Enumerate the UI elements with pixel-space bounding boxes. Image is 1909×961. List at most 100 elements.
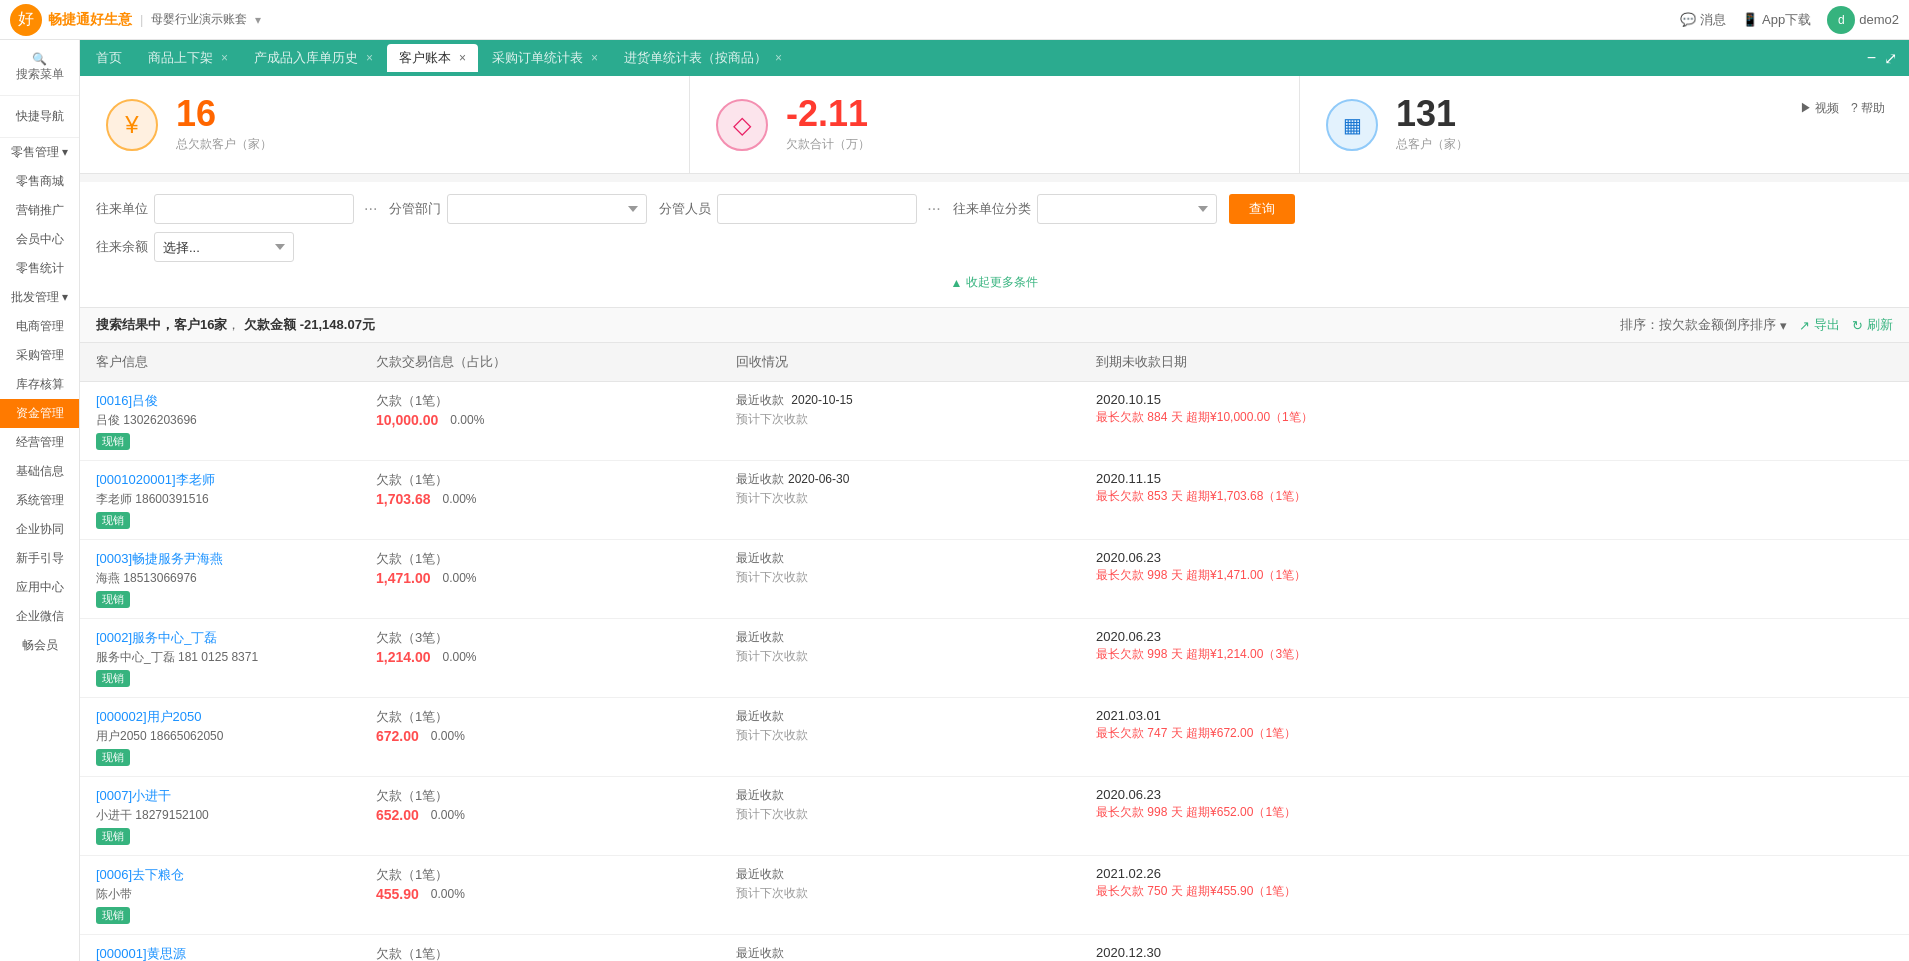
page-content: ¥ 16 总欠款客户（家） ◇ -2.11 欠款合计（万）: [80, 76, 1909, 961]
sidebar-item-zero-retail-mgmt[interactable]: 零售管理 ▾: [0, 138, 79, 167]
card-1-number: 16: [176, 96, 272, 132]
sidebar-item-quicknav[interactable]: 快捷导航: [0, 100, 79, 133]
overdue-cell-4: 2021.03.01 最长欠款 747 天 超期¥672.00（1笔）: [1096, 708, 1893, 742]
customer-name-6[interactable]: [0006]去下粮仓: [96, 867, 184, 882]
tab-product-shelf-close[interactable]: ×: [221, 51, 228, 65]
tab-bar-maximize-icon[interactable]: ⤢: [1884, 49, 1897, 68]
card-money-icon: ¥: [106, 99, 158, 151]
refresh-button[interactable]: ↻ 刷新: [1852, 316, 1893, 334]
results-text: 搜索结果中，客户16家: [96, 317, 227, 332]
app-container: 好 畅捷通好生意 | 母婴行业演示账套 ▾ 💬 消息 📱 App下载 d dem…: [0, 0, 1909, 961]
sidebar-item-app-center[interactable]: 应用中心: [0, 573, 79, 602]
filter-supplier: 往来单位 ···: [96, 194, 377, 224]
summary-cards: ¥ 16 总欠款客户（家） ◇ -2.11 欠款合计（万）: [80, 76, 1909, 174]
sidebar-item-basic-info[interactable]: 基础信息: [0, 457, 79, 486]
overdue-cell-0: 2020.10.15 最长欠款 884 天 超期¥10,000.00（1笔）: [1096, 392, 1893, 426]
tab-bar: 首页 商品上下架 × 产成品入库单历史 × 客户账本 × 采购订单统计表 ×: [80, 40, 1909, 76]
message-button[interactable]: 💬 消息: [1680, 11, 1726, 29]
tab-customer-account[interactable]: 客户账本 ×: [387, 44, 478, 72]
top-bar-left: 好 畅捷通好生意 | 母婴行业演示账套 ▾: [10, 4, 261, 36]
tab-bar-minimize-icon[interactable]: −: [1867, 49, 1876, 68]
video-button[interactable]: ▶ 视频: [1800, 100, 1839, 117]
export-label: 导出: [1814, 316, 1840, 334]
sidebar-item-enterprise-coop[interactable]: 企业协同: [0, 515, 79, 544]
tab-product-shelf-label: 商品上下架: [148, 49, 213, 67]
card-icon-3: ▦: [1324, 97, 1380, 153]
dropdown-icon[interactable]: ▾: [255, 13, 261, 27]
sidebar-search-button[interactable]: 🔍搜索菜单: [6, 48, 73, 87]
help-button[interactable]: ? 帮助: [1851, 100, 1885, 117]
sidebar-item-ecommerce[interactable]: 电商管理: [0, 312, 79, 341]
sidebar-item-batch-mgmt[interactable]: 批发管理 ▾: [0, 283, 79, 312]
sidebar-item-member-plus[interactable]: 畅会员: [0, 631, 79, 660]
tab-customer-account-label: 客户账本: [399, 49, 451, 67]
user-profile[interactable]: d demo2: [1827, 6, 1899, 34]
debt-amount-0[interactable]: 10,000.00: [376, 412, 438, 428]
supplier-label: 往来单位: [96, 200, 148, 218]
supplier-input[interactable]: [154, 194, 354, 224]
category-select[interactable]: [1037, 194, 1217, 224]
tab-purchase-order-stats[interactable]: 采购订单统计表 ×: [480, 44, 610, 72]
message-icon: 💬: [1680, 12, 1696, 27]
filter-balance: 往来余额 选择...: [96, 232, 294, 262]
card-3-actions: ▶ 视频 ? 帮助: [1800, 96, 1885, 117]
debt-amount-1[interactable]: 1,703.68: [376, 491, 431, 507]
sidebar-item-zero-retail-stats[interactable]: 零售统计: [0, 254, 79, 283]
customer-name-7[interactable]: [000001]黄思源: [96, 946, 186, 961]
search-button[interactable]: 查询: [1229, 194, 1295, 224]
collapse-button[interactable]: ▲ 收起更多条件: [96, 270, 1893, 295]
sidebar-item-marketing[interactable]: 营销推广: [0, 196, 79, 225]
filter-dept: 分管部门: [389, 194, 647, 224]
tab-customer-account-close[interactable]: ×: [459, 51, 466, 65]
tab-purchase-order-stats-close[interactable]: ×: [591, 51, 598, 65]
debt-cell-7: 欠款（1笔） 429.000.00%: [376, 945, 736, 961]
sort-label: 排序：按欠款金额倒序排序: [1620, 316, 1776, 334]
debt-cell-1: 欠款（1笔） 1,703.68 0.00%: [376, 471, 736, 509]
filter-row-2: 往来余额 选择...: [96, 232, 1893, 262]
sidebar-item-purchase-mgmt[interactable]: 采购管理: [0, 341, 79, 370]
card-building-icon: ▦: [1326, 99, 1378, 151]
app-download-button[interactable]: 📱 App下载: [1742, 11, 1811, 29]
sidebar-item-system[interactable]: 系统管理: [0, 486, 79, 515]
tab-product-history-close[interactable]: ×: [366, 51, 373, 65]
sort-button[interactable]: 排序：按欠款金额倒序排序 ▾: [1620, 316, 1787, 334]
debt-percent-0: 0.00%: [450, 413, 484, 427]
card-icon-2: ◇: [714, 97, 770, 153]
dept-select[interactable]: [447, 194, 647, 224]
table-row: [0007]小进干 小进干 18279152100 现销 欠款（1笔） 652.…: [80, 777, 1909, 856]
customer-name-1[interactable]: [0001020001]李老师: [96, 472, 215, 487]
logo-icon: 好: [10, 4, 42, 36]
customer-name-2[interactable]: [0003]畅捷服务尹海燕: [96, 551, 223, 566]
quicknav-label: 快捷导航: [16, 108, 64, 125]
top-bar-right: 💬 消息 📱 App下载 d demo2: [1680, 6, 1899, 34]
sidebar-item-operations[interactable]: 经营管理: [0, 428, 79, 457]
sidebar-item-member-center[interactable]: 会员中心: [0, 225, 79, 254]
refresh-label: 刷新: [1867, 316, 1893, 334]
sidebar-item-enterprise-wechat[interactable]: 企业微信: [0, 602, 79, 631]
overdue-amount-0[interactable]: 超期¥10,000.00（1笔）: [1186, 410, 1313, 424]
customer-phone-1: 李老师 18600391516: [96, 491, 376, 508]
sidebar-item-zero-retail-mall[interactable]: 零售商城: [0, 167, 79, 196]
customer-name-4[interactable]: [000002]用户2050: [96, 709, 202, 724]
customer-name-5[interactable]: [0007]小进干: [96, 788, 171, 803]
tab-product-history[interactable]: 产成品入库单历史 ×: [242, 44, 385, 72]
person-input[interactable]: [717, 194, 917, 224]
customer-name-0[interactable]: [0016]吕俊: [96, 393, 158, 408]
supplier-dots[interactable]: ···: [364, 200, 377, 218]
person-dots[interactable]: ···: [927, 200, 940, 218]
sidebar-item-finance[interactable]: 资金管理: [0, 399, 79, 428]
tab-import-stats-close[interactable]: ×: [775, 51, 782, 65]
tab-home[interactable]: 首页: [84, 44, 134, 72]
collection-cell-7: 最近收款 预计下次收款: [736, 945, 1096, 961]
customer-name-3[interactable]: [0002]服务中心_丁磊: [96, 630, 217, 645]
app-download-label: App下载: [1762, 11, 1811, 29]
tab-import-stats[interactable]: 进货单统计表（按商品） ×: [612, 44, 794, 72]
sidebar-item-inventory[interactable]: 库存核算: [0, 370, 79, 399]
customer-tag-0: 现销: [96, 433, 130, 450]
export-button[interactable]: ↗ 导出: [1799, 316, 1840, 334]
balance-select[interactable]: 选择...: [154, 232, 294, 262]
message-label: 消息: [1700, 11, 1726, 29]
tab-product-shelf[interactable]: 商品上下架 ×: [136, 44, 240, 72]
customer-cell-5: [0007]小进干 小进干 18279152100 现销: [96, 787, 376, 845]
sidebar-item-newbie[interactable]: 新手引导: [0, 544, 79, 573]
